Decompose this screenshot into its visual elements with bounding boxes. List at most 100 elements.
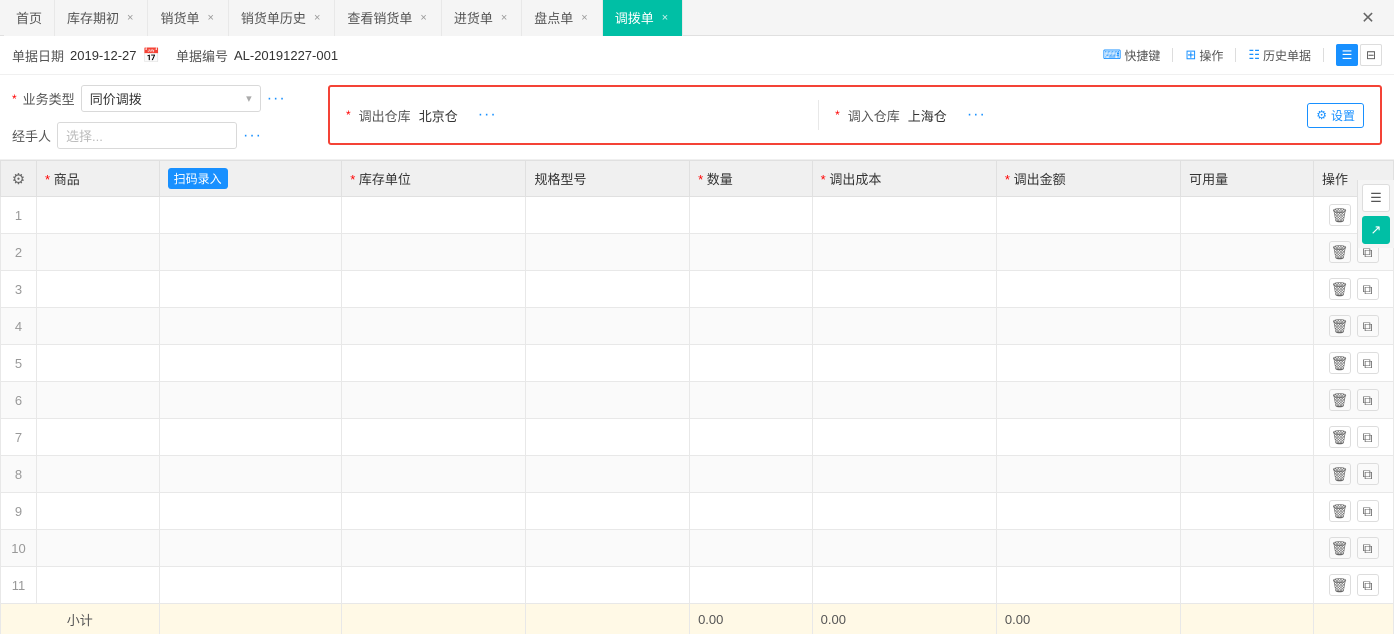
row-11-spec[interactable]	[526, 567, 690, 604]
row-7-product[interactable]	[37, 419, 160, 456]
tab-home[interactable]: 首页	[4, 0, 55, 36]
row-4-product[interactable]	[37, 308, 160, 345]
row-4-spec[interactable]	[526, 308, 690, 345]
tab-inventory[interactable]: 盘点单 ×	[522, 0, 602, 36]
row-4-qty[interactable]	[690, 308, 813, 345]
row-4-amount[interactable]	[996, 308, 1180, 345]
row-1-product[interactable]	[37, 197, 160, 234]
row-8-product[interactable]	[37, 456, 160, 493]
side-expand-button[interactable]: ↗	[1362, 216, 1390, 244]
row-7-cost[interactable]	[812, 419, 996, 456]
delete-icon-1[interactable]: 🗑	[1329, 204, 1351, 226]
row-6-amount[interactable]	[996, 382, 1180, 419]
row-3-cost[interactable]	[812, 271, 996, 308]
in-warehouse-more-button[interactable]: ···	[967, 106, 986, 124]
row-11-product[interactable]	[37, 567, 160, 604]
side-list-button[interactable]: ☰	[1362, 184, 1390, 212]
tab-inventory-close[interactable]: ×	[579, 11, 589, 25]
row-9-qty[interactable]	[690, 493, 813, 530]
tab-inventory-init-close[interactable]: ×	[125, 11, 135, 25]
business-type-more-button[interactable]: ···	[267, 90, 286, 108]
tab-inventory-init[interactable]: 库存期初 ×	[55, 0, 148, 36]
row-8-qty[interactable]	[690, 456, 813, 493]
row-3-unit[interactable]	[342, 271, 526, 308]
window-close-button[interactable]: ✕	[1354, 4, 1382, 32]
copy-icon-5[interactable]: ⧉	[1357, 352, 1379, 374]
business-type-select[interactable]: 同价调拨 ▾	[81, 85, 261, 112]
row-5-unit[interactable]	[342, 345, 526, 382]
row-4-cost[interactable]	[812, 308, 996, 345]
row-9-spec[interactable]	[526, 493, 690, 530]
calendar-icon[interactable]: 📅	[143, 47, 160, 64]
row-2-qty[interactable]	[690, 234, 813, 271]
handler-select[interactable]: 选择...	[57, 122, 237, 149]
row-8-unit[interactable]	[342, 456, 526, 493]
row-6-spec[interactable]	[526, 382, 690, 419]
tab-transfer-close[interactable]: ×	[660, 11, 670, 25]
row-1-unit[interactable]	[342, 197, 526, 234]
row-10-spec[interactable]	[526, 530, 690, 567]
row-9-amount[interactable]	[996, 493, 1180, 530]
history-button[interactable]: ☷ 历史单据	[1248, 47, 1311, 64]
row-7-amount[interactable]	[996, 419, 1180, 456]
row-10-cost[interactable]	[812, 530, 996, 567]
row-11-cost[interactable]	[812, 567, 996, 604]
row-1-spec[interactable]	[526, 197, 690, 234]
copy-icon-7[interactable]: ⧉	[1357, 426, 1379, 448]
row-5-cost[interactable]	[812, 345, 996, 382]
tab-view-sales[interactable]: 查看销货单 ×	[335, 0, 441, 36]
tab-transfer[interactable]: 调拨单 ×	[603, 0, 683, 36]
tab-sales-history-close[interactable]: ×	[312, 11, 322, 25]
copy-icon-9[interactable]: ⧉	[1357, 500, 1379, 522]
row-9-cost[interactable]	[812, 493, 996, 530]
row-9-unit[interactable]	[342, 493, 526, 530]
row-2-spec[interactable]	[526, 234, 690, 271]
row-11-unit[interactable]	[342, 567, 526, 604]
settings-button[interactable]: ⚙ 设置	[1307, 103, 1364, 128]
delete-icon-4[interactable]: 🗑	[1329, 315, 1351, 337]
row-3-spec[interactable]	[526, 271, 690, 308]
row-4-unit[interactable]	[342, 308, 526, 345]
tab-sales-order[interactable]: 销货单 ×	[148, 0, 228, 36]
delete-icon-6[interactable]: 🗑	[1329, 389, 1351, 411]
row-2-product[interactable]	[37, 234, 160, 271]
row-7-spec[interactable]	[526, 419, 690, 456]
copy-icon-11[interactable]: ⧉	[1357, 574, 1379, 596]
row-6-product[interactable]	[37, 382, 160, 419]
row-10-qty[interactable]	[690, 530, 813, 567]
row-1-qty[interactable]	[690, 197, 813, 234]
tab-sales-order-close[interactable]: ×	[205, 11, 215, 25]
delete-icon-7[interactable]: 🗑	[1329, 426, 1351, 448]
layout-list-button[interactable]: ☰	[1336, 44, 1358, 66]
delete-icon-10[interactable]: 🗑	[1329, 537, 1351, 559]
row-6-unit[interactable]	[342, 382, 526, 419]
row-7-unit[interactable]	[342, 419, 526, 456]
row-5-qty[interactable]	[690, 345, 813, 382]
row-5-amount[interactable]	[996, 345, 1180, 382]
copy-icon-8[interactable]: ⧉	[1357, 463, 1379, 485]
delete-icon-8[interactable]: 🗑	[1329, 463, 1351, 485]
column-gear[interactable]: ⚙	[1, 161, 37, 197]
tab-purchase[interactable]: 进货单 ×	[442, 0, 522, 36]
row-10-product[interactable]	[37, 530, 160, 567]
row-8-spec[interactable]	[526, 456, 690, 493]
row-11-amount[interactable]	[996, 567, 1180, 604]
row-1-cost[interactable]	[812, 197, 996, 234]
copy-icon-3[interactable]: ⧉	[1357, 278, 1379, 300]
operation-button[interactable]: ⊞ 操作	[1185, 47, 1223, 64]
row-3-qty[interactable]	[690, 271, 813, 308]
layout-grid-button[interactable]: ⊟	[1360, 44, 1382, 66]
row-2-amount[interactable]	[996, 234, 1180, 271]
tab-view-sales-close[interactable]: ×	[418, 11, 428, 25]
row-7-qty[interactable]	[690, 419, 813, 456]
row-10-unit[interactable]	[342, 530, 526, 567]
row-2-unit[interactable]	[342, 234, 526, 271]
copy-icon-4[interactable]: ⧉	[1357, 315, 1379, 337]
row-8-amount[interactable]	[996, 456, 1180, 493]
delete-icon-9[interactable]: 🗑	[1329, 500, 1351, 522]
delete-icon-11[interactable]: 🗑	[1329, 574, 1351, 596]
row-5-spec[interactable]	[526, 345, 690, 382]
row-6-qty[interactable]	[690, 382, 813, 419]
row-2-cost[interactable]	[812, 234, 996, 271]
delete-icon-3[interactable]: 🗑	[1329, 278, 1351, 300]
